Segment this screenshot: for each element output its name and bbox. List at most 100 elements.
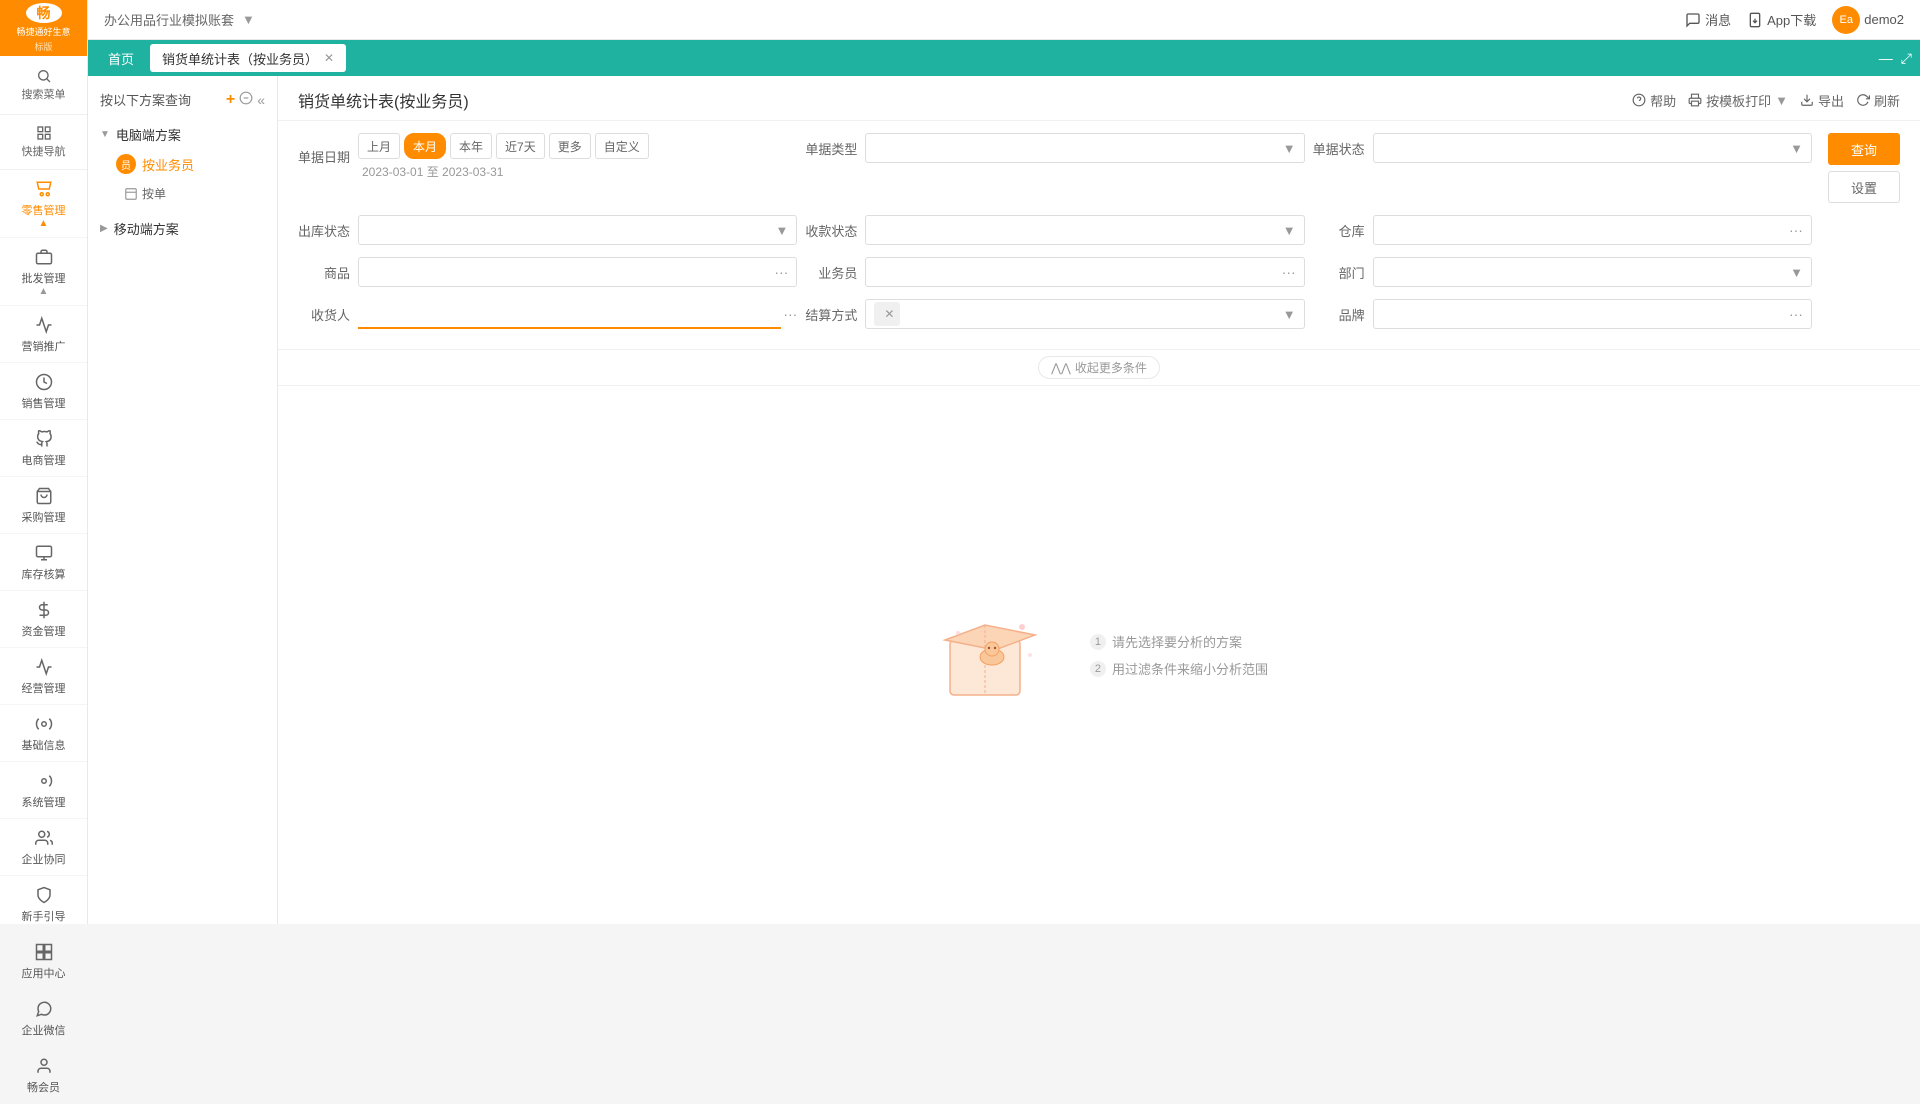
- sidebar-item-marketing[interactable]: 营销推广: [0, 306, 87, 363]
- sidebar-item-basic[interactable]: 基础信息: [0, 705, 87, 762]
- sidebar-item-apps[interactable]: 应用中心: [0, 933, 87, 990]
- page-header-actions: 帮助 按模板打印 ▼ 导出 刷新: [1632, 91, 1900, 110]
- tab-maximize-button[interactable]: ⤢: [1901, 50, 1912, 67]
- tab-close-icon[interactable]: ✕: [324, 52, 334, 64]
- warehouse-dots-icon[interactable]: ···: [1789, 222, 1803, 238]
- print-dropdown-icon[interactable]: ▼: [1775, 93, 1788, 108]
- tab-sales-stat[interactable]: 销货单统计表（按业务员） ✕: [150, 44, 346, 72]
- sidebar-item-operations[interactable]: 经营管理: [0, 648, 87, 705]
- sidebar-item-retail[interactable]: 零售管理 ▲: [0, 170, 87, 238]
- logo-subtitle: 标版: [34, 40, 52, 53]
- out-status-select[interactable]: ▼: [358, 215, 797, 245]
- sidebar-item-enterprise[interactable]: 企业协同: [0, 819, 87, 876]
- date-custom-btn[interactable]: 自定义: [595, 133, 649, 159]
- sidebar-item-inventory[interactable]: 库存核算: [0, 534, 87, 591]
- doc-type-arrow-icon: ▼: [1283, 141, 1296, 156]
- user-profile-button[interactable]: Ea demo2: [1832, 6, 1904, 34]
- add-scheme-button[interactable]: +: [226, 91, 235, 109]
- collapse-panel-button[interactable]: «: [257, 92, 265, 108]
- sidebar-item-member[interactable]: 畅会员: [0, 1047, 87, 1104]
- marketing-label: 营销推广: [22, 338, 66, 354]
- quick-nav-button[interactable]: 快捷导航: [18, 121, 70, 163]
- help-label: 帮助: [1650, 91, 1676, 110]
- collapse-bar: ⋀⋀ 收起更多条件: [278, 350, 1920, 386]
- sidebar-item-system[interactable]: 系统管理: [0, 762, 87, 819]
- doc-status-select[interactable]: ▼: [1373, 133, 1812, 163]
- settings-button[interactable]: 设置: [1828, 171, 1900, 203]
- date-this-year-btn[interactable]: 本年: [450, 133, 492, 159]
- sidebar-item-ecommerce[interactable]: 电商管理: [0, 420, 87, 477]
- warehouse-select[interactable]: ···: [1373, 215, 1812, 245]
- export-button[interactable]: 导出: [1800, 91, 1844, 110]
- date-7days-btn[interactable]: 近7天: [496, 133, 545, 159]
- brand-dots-icon[interactable]: ···: [1789, 306, 1803, 322]
- date-this-month-btn[interactable]: 本月: [404, 133, 446, 159]
- scheme-item-salesperson[interactable]: 员 按业务员: [88, 148, 277, 180]
- payment-method-select[interactable]: ✕ ▼: [865, 299, 1304, 329]
- filter-row-3: 商品 ··· 业务员 ··· 部门: [298, 257, 1900, 287]
- receiver-input[interactable]: [358, 299, 781, 329]
- doc-status-arrow-icon: ▼: [1790, 141, 1803, 156]
- app-download-button[interactable]: App下载: [1747, 10, 1816, 29]
- brand-filter-item: 品牌 ···: [1313, 299, 1812, 329]
- salesperson-dots-icon[interactable]: ···: [1282, 264, 1296, 280]
- mobile-scheme-header[interactable]: ▶ 移动端方案: [88, 215, 277, 242]
- goods-label: 商品: [298, 263, 358, 282]
- refresh-button[interactable]: 刷新: [1856, 91, 1900, 110]
- help-button[interactable]: 帮助: [1632, 91, 1676, 110]
- mobile-scheme-label: 移动端方案: [114, 219, 179, 238]
- filter-area: 单据日期 上月 本月 本年 近7天 更多 自定义 2023-03-01 至 20…: [278, 121, 1920, 350]
- dropdown-arrow-icon[interactable]: ▼: [242, 12, 255, 27]
- scheme-item-order[interactable]: 按单: [88, 180, 277, 207]
- left-panel-header: 按以下方案查询 + «: [88, 86, 277, 117]
- salesperson-select[interactable]: ···: [865, 257, 1304, 287]
- department-select[interactable]: ▼: [1373, 257, 1812, 287]
- sidebar-item-newuser[interactable]: 新手引导: [0, 876, 87, 933]
- payment-tag-close-icon[interactable]: ✕: [884, 307, 894, 321]
- sidebar-item-sales[interactable]: 销售管理: [0, 363, 87, 420]
- date-more-btn[interactable]: 更多: [549, 133, 591, 159]
- logo-text: 畅捷通好生意: [16, 25, 70, 38]
- brand-label: 品牌: [1313, 305, 1373, 324]
- payment-method-filter-item: 结算方式 ✕ ▼: [805, 299, 1304, 329]
- edit-scheme-button[interactable]: [239, 91, 253, 108]
- receiver-dots-icon[interactable]: ···: [783, 306, 797, 322]
- collapse-conditions-button[interactable]: ⋀⋀ 收起更多条件: [1038, 356, 1160, 379]
- sidebar-item-purchase[interactable]: 采购管理: [0, 477, 87, 534]
- enterprise-label: 企业协同: [22, 851, 66, 867]
- goods-select[interactable]: ···: [358, 257, 797, 287]
- print-button[interactable]: 按模板打印 ▼: [1688, 91, 1788, 110]
- logo-abbr: 畅: [37, 3, 51, 23]
- desktop-scheme-header[interactable]: ▼ 电脑端方案: [88, 121, 277, 148]
- tab-home[interactable]: 首页: [96, 44, 146, 72]
- app-download-label: App下载: [1767, 10, 1816, 29]
- sidebar-item-wechat[interactable]: 企业微信: [0, 990, 87, 1047]
- refresh-icon: [1856, 93, 1870, 107]
- sidebar-logo: 畅 畅捷通好生意 标版: [0, 0, 87, 56]
- collection-status-arrow-icon: ▼: [1283, 223, 1296, 238]
- brand-select[interactable]: ···: [1373, 299, 1812, 329]
- collection-status-select[interactable]: ▼: [865, 215, 1304, 245]
- topbar: 办公用品行业模拟账套 ▼ 消息 App下载 Ea demo2: [88, 0, 1920, 40]
- account-name: 办公用品行业模拟账套: [104, 10, 234, 29]
- sidebar-item-finance[interactable]: 资金管理: [0, 591, 87, 648]
- sales-label: 销售管理: [22, 395, 66, 411]
- mobile-scheme-group: ▶ 移动端方案: [88, 211, 277, 246]
- date-picker: 上月 本月 本年 近7天 更多 自定义 2023-03-01 至 2023-03…: [358, 133, 797, 180]
- goods-dots-icon[interactable]: ···: [774, 264, 788, 280]
- system-label: 系统管理: [22, 794, 66, 810]
- query-button[interactable]: 查询: [1828, 133, 1900, 165]
- salesperson-filter-item: 业务员 ···: [805, 257, 1304, 287]
- sidebar-item-wholesale[interactable]: 批发管理 ▲: [0, 238, 87, 306]
- logo-icon: 畅: [26, 3, 62, 23]
- department-label: 部门: [1313, 263, 1373, 282]
- tab-minimize-button[interactable]: —: [1879, 50, 1893, 66]
- message-button[interactable]: 消息: [1685, 10, 1731, 29]
- newuser-label: 新手引导: [22, 908, 66, 924]
- department-arrow-icon: ▼: [1790, 265, 1803, 280]
- doc-type-select[interactable]: ▼: [865, 133, 1304, 163]
- search-menu-button[interactable]: 搜索菜单: [18, 64, 70, 106]
- out-status-label: 出库状态: [298, 221, 358, 240]
- date-last-month-btn[interactable]: 上月: [358, 133, 400, 159]
- help-icon: [1632, 93, 1646, 107]
